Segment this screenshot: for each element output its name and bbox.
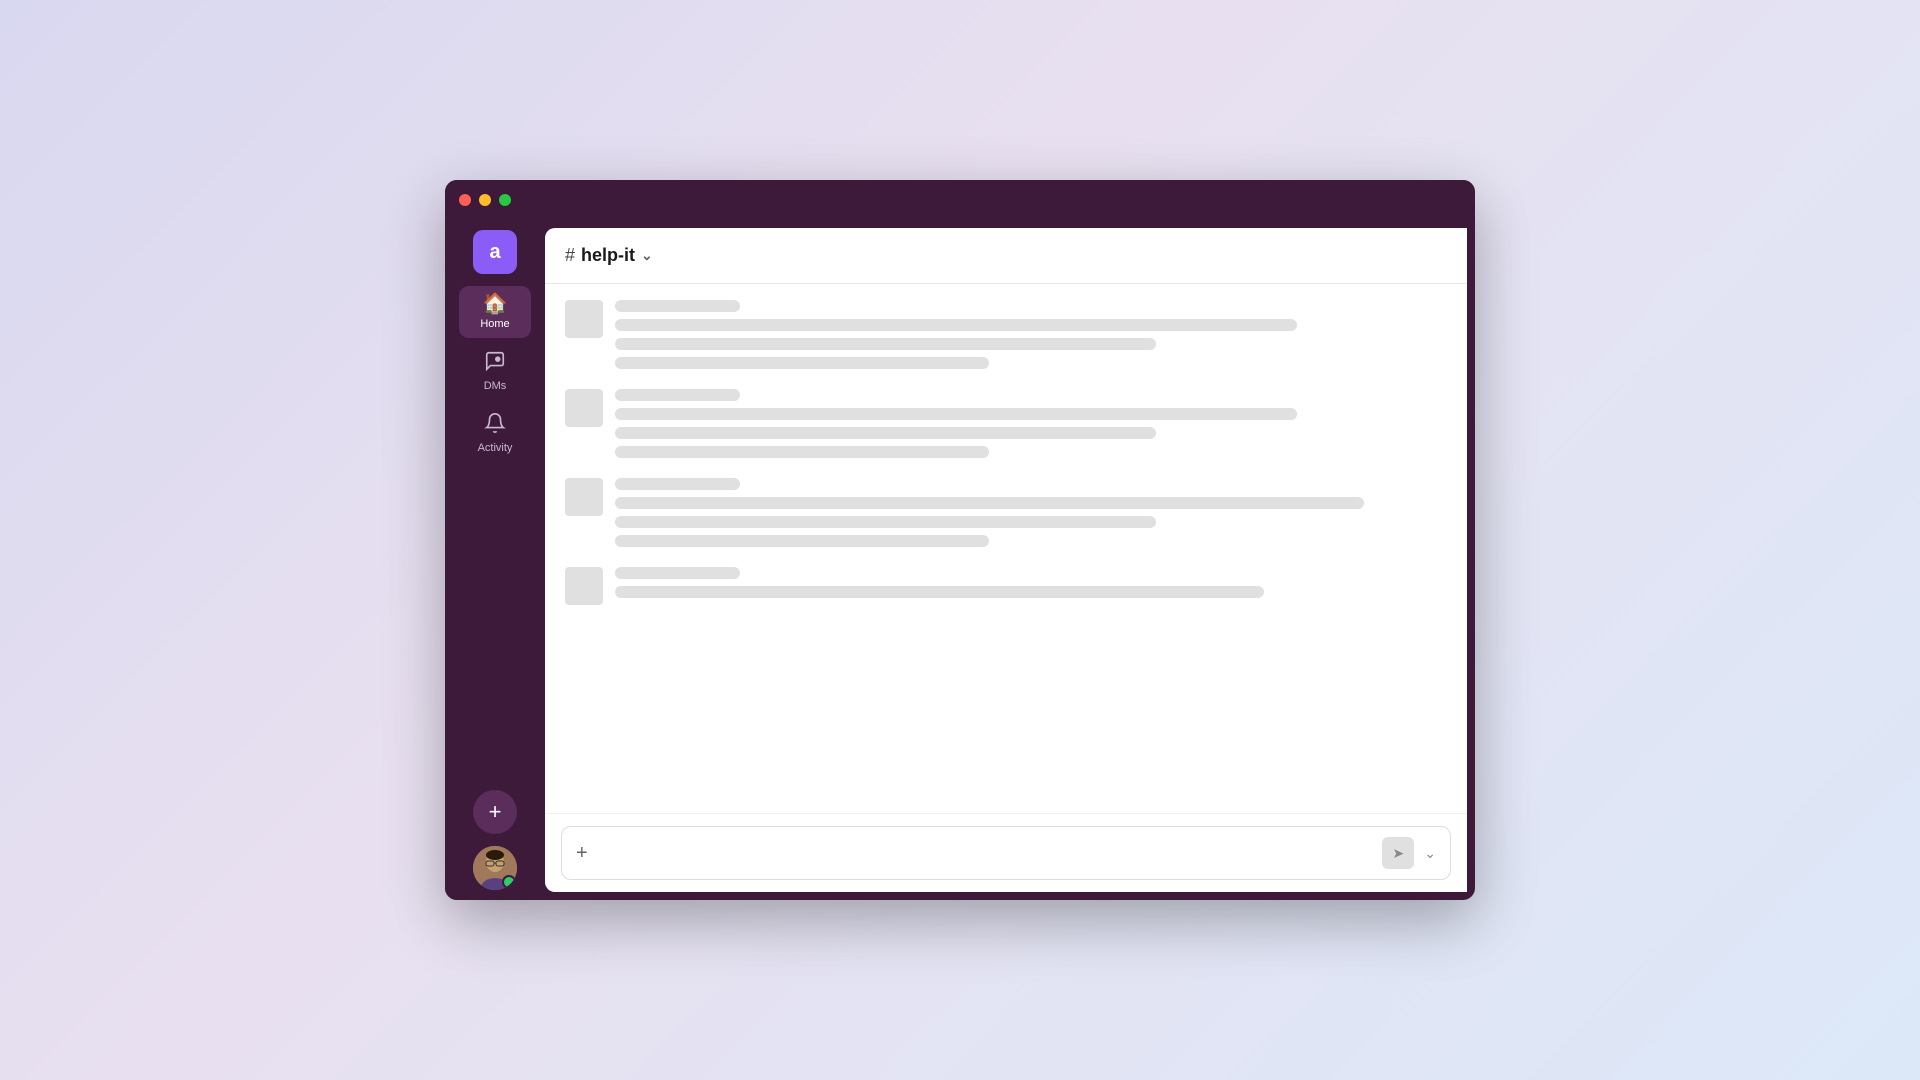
send-icon: ➤	[1392, 845, 1404, 862]
title-bar	[445, 180, 1475, 220]
skeleton-line	[615, 516, 1156, 528]
sidebar-label-activity: Activity	[478, 442, 513, 454]
skeleton-line	[615, 357, 989, 369]
channel-name: help-it	[581, 245, 635, 266]
skeleton-line	[615, 478, 740, 490]
sidebar-label-home: Home	[480, 318, 509, 330]
channel-hash: #	[565, 245, 575, 266]
message-input-box: + ➤ ⌄	[561, 826, 1451, 880]
chevron-down-icon: ⌄	[641, 247, 653, 264]
skeleton-message-4	[565, 567, 1447, 605]
message-input-area: + ➤ ⌄	[545, 813, 1467, 892]
skeleton-content	[615, 567, 1447, 598]
skeleton-line	[615, 535, 989, 547]
channel-title[interactable]: # help-it ⌄	[565, 245, 653, 266]
skeleton-line	[615, 497, 1364, 509]
message-input[interactable]	[598, 841, 1373, 865]
user-avatar[interactable]	[473, 846, 517, 890]
activity-icon	[484, 412, 506, 438]
messages-area[interactable]	[545, 284, 1467, 813]
skeleton-line	[615, 446, 989, 458]
dms-icon	[484, 350, 506, 376]
send-options-button[interactable]: ⌄	[1424, 845, 1436, 862]
attachment-button[interactable]: +	[576, 843, 588, 863]
main-layout: a 🏠 Home DMs	[445, 220, 1475, 900]
sidebar-item-home[interactable]: 🏠 Home	[459, 286, 531, 338]
skeleton-content	[615, 389, 1447, 458]
skeleton-avatar	[565, 567, 603, 605]
content-area: # help-it ⌄	[545, 228, 1467, 892]
skeleton-line	[615, 408, 1297, 420]
skeleton-line	[615, 338, 1156, 350]
plus-icon: +	[489, 799, 502, 825]
skeleton-avatar	[565, 478, 603, 516]
skeleton-content	[615, 478, 1447, 547]
close-button[interactable]	[459, 194, 471, 206]
chevron-down-icon: ⌄	[1424, 845, 1436, 861]
app-icon[interactable]: a	[473, 230, 517, 274]
minimize-button[interactable]	[479, 194, 491, 206]
skeleton-message-2	[565, 389, 1447, 458]
add-workspace-button[interactable]: +	[473, 790, 517, 834]
skeleton-message-1	[565, 300, 1447, 369]
skeleton-line	[615, 586, 1264, 598]
avatar-image	[473, 846, 517, 890]
skeleton-avatar	[565, 389, 603, 427]
sidebar-item-activity[interactable]: Activity	[459, 404, 531, 462]
channel-header: # help-it ⌄	[545, 228, 1467, 284]
skeleton-message-3	[565, 478, 1447, 547]
skeleton-line	[615, 389, 740, 401]
skeleton-content	[615, 300, 1447, 369]
skeleton-line	[615, 319, 1297, 331]
maximize-button[interactable]	[499, 194, 511, 206]
app-window: a 🏠 Home DMs	[445, 180, 1475, 900]
send-button[interactable]: ➤	[1382, 837, 1414, 869]
skeleton-line	[615, 427, 1156, 439]
sidebar-label-dms: DMs	[484, 380, 507, 392]
skeleton-avatar	[565, 300, 603, 338]
skeleton-line	[615, 567, 740, 579]
home-icon: 🏠	[483, 294, 508, 314]
sidebar: a 🏠 Home DMs	[445, 220, 545, 900]
skeleton-line	[615, 300, 740, 312]
sidebar-item-dms[interactable]: DMs	[459, 342, 531, 400]
